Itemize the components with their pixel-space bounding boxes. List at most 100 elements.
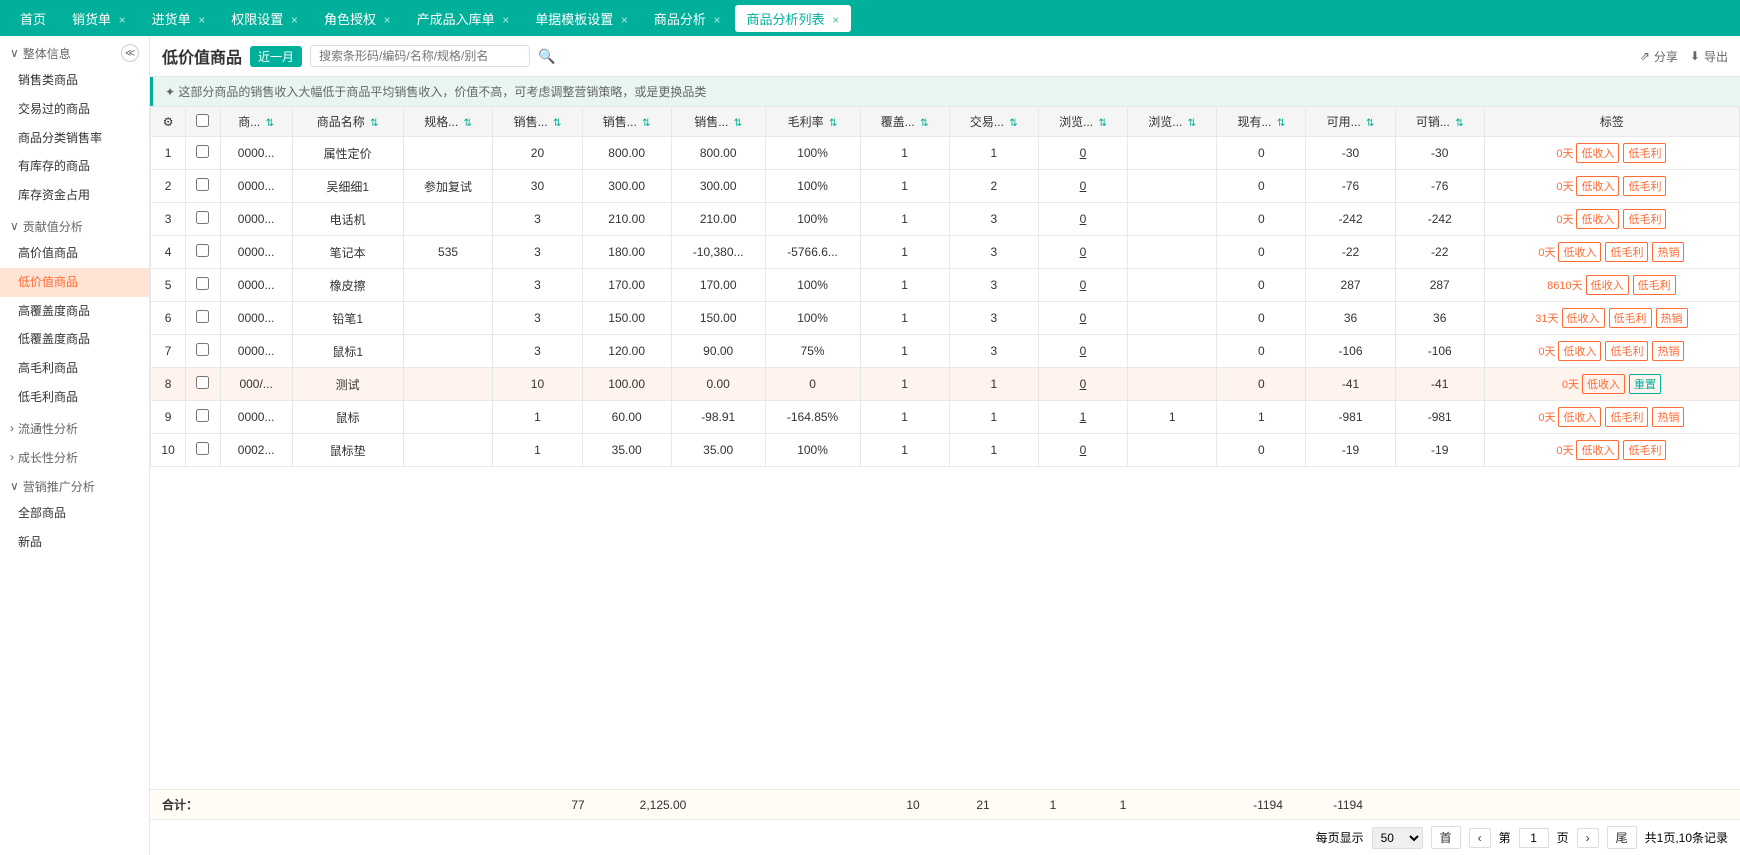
page-size-select[interactable]: 50 100 200 [1372, 827, 1423, 849]
row-checkbox[interactable] [196, 178, 209, 191]
th-coverage[interactable]: 覆盖... ⇅ [860, 107, 949, 137]
close-icon[interactable]: × [713, 13, 720, 27]
browse-link[interactable]: 0 [1080, 179, 1087, 193]
sidebar-item-low-coverage[interactable]: 低覆盖度商品 [0, 325, 149, 354]
row-checkbox[interactable] [196, 277, 209, 290]
browse-link[interactable]: 0 [1080, 377, 1087, 391]
sidebar-item-high-coverage[interactable]: 高覆盖度商品 [0, 297, 149, 326]
search-icon[interactable]: 🔍 [538, 48, 555, 65]
row-checkbox-cell[interactable] [186, 269, 221, 302]
browse-link[interactable]: 0 [1080, 344, 1087, 358]
th-stock[interactable]: 现有... ⇅ [1217, 107, 1306, 137]
th-sales1[interactable]: 销售... ⇅ [493, 107, 582, 137]
last-page-button[interactable]: 尾 [1607, 826, 1637, 849]
th-available[interactable]: 可用... ⇅ [1306, 107, 1395, 137]
sidebar-item-low-value[interactable]: 低价值商品 [0, 268, 149, 297]
close-icon[interactable]: × [832, 13, 839, 27]
row-browse1[interactable]: 0 [1038, 368, 1127, 401]
row-checkbox[interactable] [196, 376, 209, 389]
nav-role-auth[interactable]: 角色授权 × [312, 5, 403, 32]
row-browse1[interactable]: 0 [1038, 302, 1127, 335]
row-browse1[interactable]: 0 [1038, 137, 1127, 170]
row-checkbox-cell[interactable] [186, 401, 221, 434]
row-checkbox[interactable] [196, 409, 209, 422]
th-spec[interactable]: 规格... ⇅ [403, 107, 493, 137]
sidebar-item-all-products[interactable]: 全部商品 [0, 499, 149, 528]
sidebar-item-stock-products[interactable]: 有库存的商品 [0, 152, 149, 181]
sidebar-item-category-sales[interactable]: 商品分类销售率 [0, 124, 149, 153]
row-browse1[interactable]: 0 [1038, 203, 1127, 236]
sidebar-group-growth[interactable]: › 成长性分析 [0, 441, 149, 470]
time-filter-button[interactable]: 近一月 [250, 46, 302, 67]
th-saleable[interactable]: 可销... ⇅ [1395, 107, 1484, 137]
sidebar-group-contribution[interactable]: ∨ 贡献值分析 [0, 210, 149, 239]
sidebar-item-sales-products[interactable]: 销售类商品 [0, 66, 149, 95]
sidebar-item-high-value[interactable]: 高价值商品 [0, 239, 149, 268]
current-page-input[interactable] [1519, 828, 1549, 848]
th-sales3[interactable]: 销售... ⇅ [671, 107, 765, 137]
row-checkbox-cell[interactable] [186, 434, 221, 467]
next-page-button[interactable]: › [1577, 828, 1599, 848]
browse-link[interactable]: 0 [1080, 278, 1087, 292]
nav-sales-order[interactable]: 销货单 × [60, 5, 138, 32]
close-icon[interactable]: × [291, 13, 298, 27]
close-icon[interactable]: × [621, 13, 628, 27]
browse-link[interactable]: 0 [1080, 245, 1087, 259]
sidebar-item-traded-products[interactable]: 交易过的商品 [0, 95, 149, 124]
row-browse1[interactable]: 0 [1038, 335, 1127, 368]
nav-permission-settings[interactable]: 权限设置 × [219, 5, 310, 32]
row-checkbox[interactable] [196, 442, 209, 455]
close-icon[interactable]: × [502, 13, 509, 27]
nav-home[interactable]: 首页 [8, 5, 58, 32]
sidebar-group-liquidity[interactable]: › 流通性分析 [0, 412, 149, 441]
row-browse1[interactable]: 0 [1038, 269, 1127, 302]
select-all-checkbox[interactable] [196, 114, 209, 127]
browse-link[interactable]: 0 [1080, 146, 1087, 160]
th-code[interactable]: 商... ⇅ [220, 107, 292, 137]
sidebar-item-new-products[interactable]: 新品 [0, 528, 149, 557]
nav-product-stock[interactable]: 产成品入库单 × [405, 5, 522, 32]
sidebar-item-stock-fund[interactable]: 库存资金占用 [0, 181, 149, 210]
row-checkbox[interactable] [196, 310, 209, 323]
browse-link[interactable]: 1 [1080, 410, 1087, 424]
first-page-button[interactable]: 首 [1431, 826, 1461, 849]
row-checkbox-cell[interactable] [186, 137, 221, 170]
browse-link[interactable]: 0 [1080, 212, 1087, 226]
th-browse2[interactable]: 浏览... ⇅ [1128, 107, 1217, 137]
row-browse1[interactable]: 0 [1038, 170, 1127, 203]
nav-template-settings[interactable]: 单据模板设置 × [523, 5, 640, 32]
row-checkbox[interactable] [196, 145, 209, 158]
export-button[interactable]: ⬇ 导出 [1690, 48, 1728, 65]
th-browse1[interactable]: 浏览... ⇅ [1038, 107, 1127, 137]
row-checkbox-cell[interactable] [186, 335, 221, 368]
browse-link[interactable]: 0 [1080, 311, 1087, 325]
row-checkbox[interactable] [196, 211, 209, 224]
th-settings[interactable]: ⚙ [151, 107, 186, 137]
row-checkbox[interactable] [196, 244, 209, 257]
row-checkbox[interactable] [196, 343, 209, 356]
row-browse1[interactable]: 1 [1038, 401, 1127, 434]
row-checkbox-cell[interactable] [186, 236, 221, 269]
nav-product-analysis[interactable]: 商品分析 × [642, 5, 733, 32]
row-browse1[interactable]: 0 [1038, 236, 1127, 269]
nav-purchase-order[interactable]: 进货单 × [140, 5, 218, 32]
sidebar-item-high-margin[interactable]: 高毛利商品 [0, 354, 149, 383]
close-icon[interactable]: × [198, 13, 205, 27]
search-input[interactable] [310, 45, 530, 67]
row-checkbox-cell[interactable] [186, 368, 221, 401]
nav-product-analysis-list[interactable]: 商品分析列表 × [735, 5, 852, 32]
th-name[interactable]: 商品名称 ⇅ [292, 107, 403, 137]
th-transaction[interactable]: 交易... ⇅ [949, 107, 1038, 137]
th-sales2[interactable]: 销售... ⇅ [582, 107, 671, 137]
table-wrapper[interactable]: ⚙ 商... ⇅ 商品名称 ⇅ 规格... ⇅ 销售... ⇅ 销售... ⇅ … [150, 106, 1740, 789]
collapse-button[interactable]: ≪ [121, 44, 139, 62]
row-checkbox-cell[interactable] [186, 203, 221, 236]
close-icon[interactable]: × [384, 13, 391, 27]
sidebar-group-overall[interactable]: ∨ 整体信息 ≪ [0, 36, 149, 66]
th-checkbox[interactable] [186, 107, 221, 137]
row-checkbox-cell[interactable] [186, 170, 221, 203]
sidebar-item-low-margin[interactable]: 低毛利商品 [0, 383, 149, 412]
close-icon[interactable]: × [119, 13, 126, 27]
row-browse1[interactable]: 0 [1038, 434, 1127, 467]
row-checkbox-cell[interactable] [186, 302, 221, 335]
